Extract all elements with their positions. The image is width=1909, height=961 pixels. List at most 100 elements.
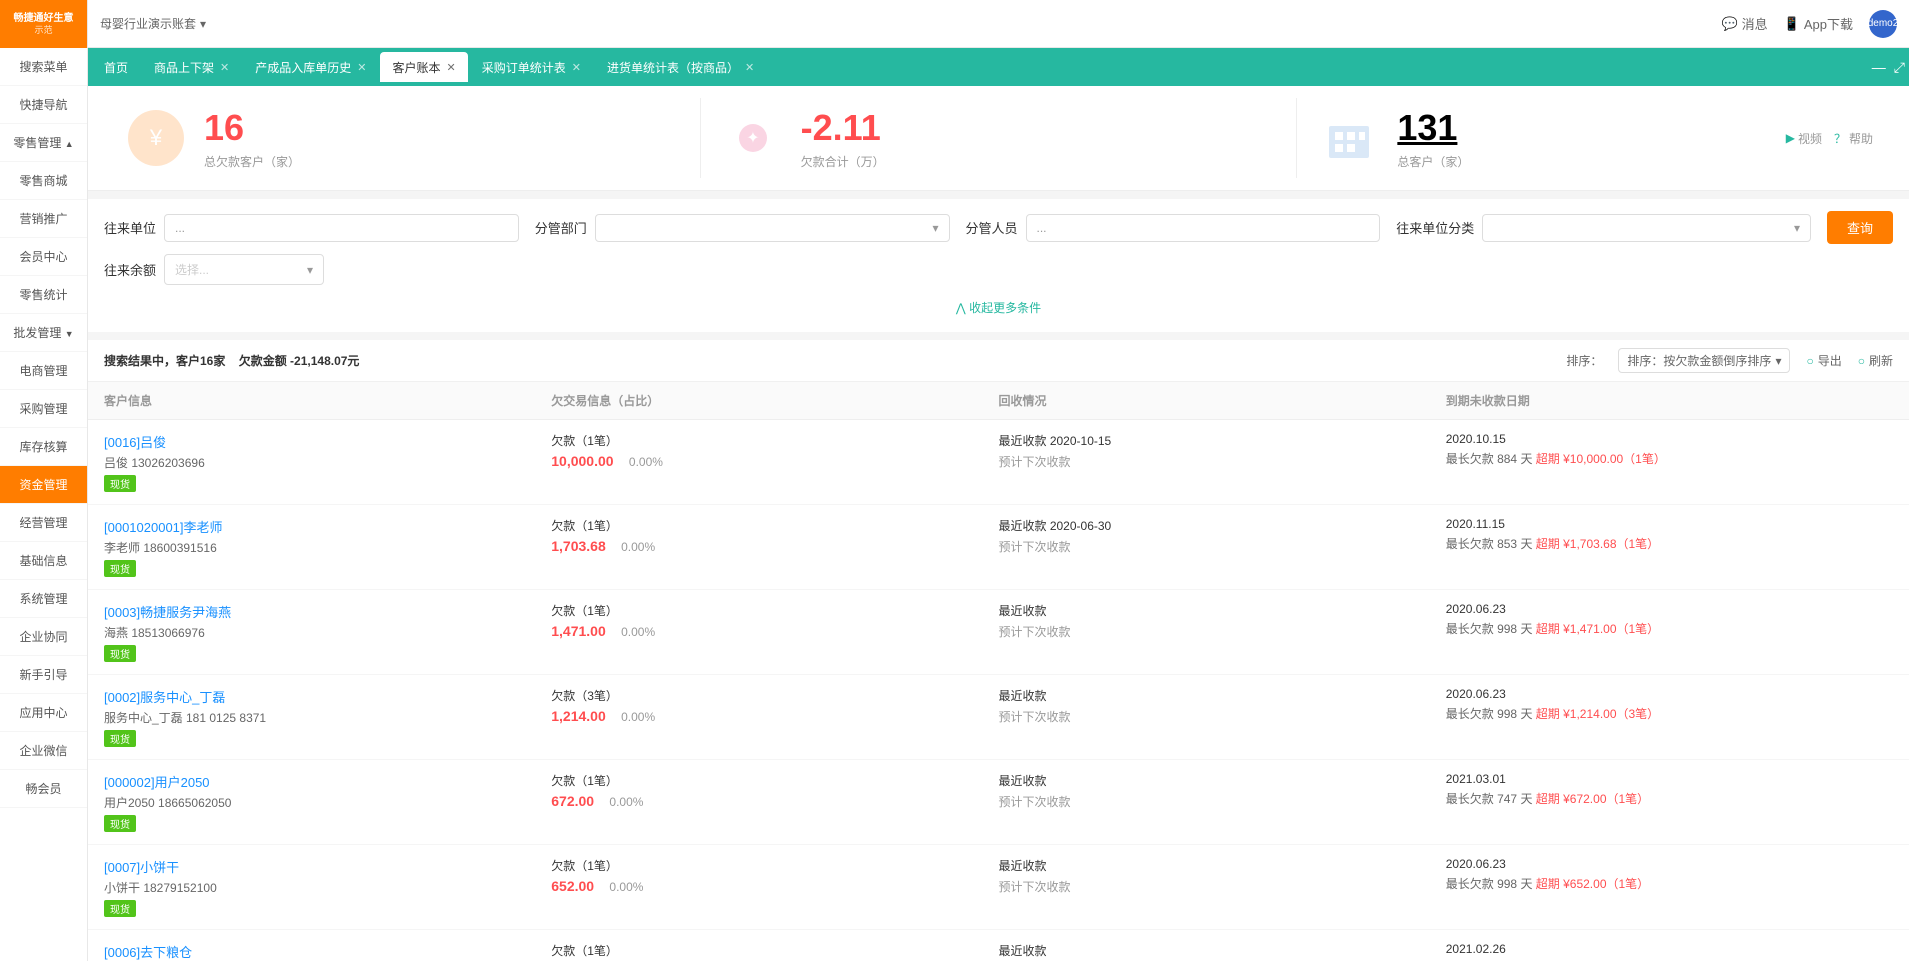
col-debt-info: 欠交易信息（占比）: [551, 392, 998, 409]
tab-close-icon[interactable]: ✕: [447, 61, 456, 74]
due-info-0: 2020.10.15 最长欠款 884 天 超期 ¥10,000.00（1笔）: [1446, 432, 1893, 467]
tab-history[interactable]: 产成品入库单历史✕: [243, 52, 378, 82]
collapse-button[interactable]: ⋀ 收起更多条件: [104, 295, 1893, 320]
overdue-4[interactable]: 超期 ¥672.00（1笔）: [1536, 792, 1649, 806]
debt-amount-4[interactable]: 672.00: [551, 793, 594, 809]
sidebar-item-finance[interactable]: 资金管理: [0, 466, 87, 504]
debt-count-6: 欠款（1笔）: [551, 942, 998, 959]
sidebar-item-purchase-mgmt[interactable]: 采购管理: [0, 390, 87, 428]
sidebar-item-member-vip[interactable]: 畅会员: [0, 770, 87, 808]
debt-count-1: 欠款（1笔）: [551, 517, 998, 534]
due-date-1: 2020.11.15: [1446, 517, 1893, 531]
customer-tag-2: 现货: [104, 645, 136, 662]
person-label: 分管人员: [966, 218, 1018, 237]
due-info-5: 2020.06.23 最长欠款 998 天 超期 ¥652.00（1笔）: [1446, 857, 1893, 892]
due-info-3: 2020.06.23 最长欠款 998 天 超期 ¥1,214.00（3笔）: [1446, 687, 1893, 722]
amount-icon: ✦: [725, 110, 781, 166]
overdue-0[interactable]: 超期 ¥10,000.00（1笔）: [1536, 452, 1666, 466]
customer-phone-3: 服务中心_丁磊 181 0125 8371: [104, 709, 551, 726]
sidebar-item-quick-nav[interactable]: 快捷导航: [0, 86, 87, 124]
sidebar-item-business[interactable]: 经营管理: [0, 504, 87, 542]
export-button[interactable]: ○ 导出: [1806, 352, 1841, 369]
tab-account[interactable]: 客户账本✕: [380, 52, 467, 82]
tab-close-icon[interactable]: ✕: [745, 61, 754, 74]
sort-select[interactable]: 排序：按欠款金额倒序排序 ▾: [1618, 348, 1790, 373]
sidebar-item-corp[interactable]: 企业协同: [0, 618, 87, 656]
customer-name-5[interactable]: [0007]小饼干: [104, 857, 551, 876]
sidebar-item-retail-mall[interactable]: 零售商城: [0, 162, 87, 200]
overdue-1[interactable]: 超期 ¥1,703.68（1笔）: [1536, 537, 1659, 551]
overdue-3[interactable]: 超期 ¥1,214.00（3笔）: [1536, 707, 1659, 721]
sidebar-item-ecom[interactable]: 电商管理: [0, 352, 87, 390]
sidebar-item-retail-mgmt[interactable]: 零售管理 ▲: [0, 124, 87, 162]
sidebar-item-system[interactable]: 系统管理: [0, 580, 87, 618]
customer-tag-4: 现货: [104, 815, 136, 832]
col-due-date: 到期未收款日期: [1446, 392, 1893, 409]
sidebar-item-retail-stat[interactable]: 零售统计: [0, 276, 87, 314]
message-button[interactable]: 💬 消息: [1721, 14, 1767, 33]
tab-minimize-icon[interactable]: —: [1872, 59, 1886, 76]
user-avatar[interactable]: demo2: [1869, 10, 1897, 38]
sidebar-item-search[interactable]: 搜索菜单: [0, 48, 87, 86]
dept-label: 分管部门: [535, 218, 587, 237]
tab-products[interactable]: 商品上下架✕: [142, 52, 241, 82]
customer-name-2[interactable]: [0003]畅捷服务尹海燕: [104, 602, 551, 621]
debt-count-2: 欠款（1笔）: [551, 602, 998, 619]
sidebar-item-marketing[interactable]: 营销推广: [0, 200, 87, 238]
stats-bar: ¥ 16 总欠款客户（家） ✦ -2.11 欠款合计（万）: [88, 86, 1909, 191]
tab-label: 首页: [104, 59, 128, 76]
collection-info-5: 最近收款 预计下次收款: [999, 857, 1446, 895]
tab-expand-icon[interactable]: ⤢: [1894, 59, 1905, 76]
overdue-5[interactable]: 超期 ¥652.00（1笔）: [1536, 877, 1649, 891]
debt-amount-5[interactable]: 652.00: [551, 878, 594, 894]
next-collect-0: 预计下次收款: [999, 453, 1446, 470]
company-select[interactable]: 母婴行业演示账套 ▾: [100, 15, 206, 32]
sidebar-item-newbie[interactable]: 新手引导: [0, 656, 87, 694]
debt-amount-2[interactable]: 1,471.00: [551, 623, 606, 639]
customer-name-6[interactable]: [0006]去下粮仓: [104, 942, 551, 961]
due-days-0: 最长欠款 884 天 超期 ¥10,000.00（1笔）: [1446, 450, 1893, 467]
debt-count-4: 欠款（1笔）: [551, 772, 998, 789]
dept-select[interactable]: ▾: [595, 214, 950, 242]
sidebar-item-member[interactable]: 会员中心: [0, 238, 87, 276]
customers-icon: ¥: [128, 110, 184, 166]
filter-from-unit: 往来单位 ...: [104, 214, 519, 242]
app-download-button[interactable]: 📱 App下载: [1784, 14, 1853, 33]
message-icon: 💬: [1721, 16, 1737, 32]
refresh-button[interactable]: ○ 刷新: [1858, 352, 1893, 369]
search-button[interactable]: 查询: [1827, 211, 1893, 244]
header-right: 💬 消息 📱 App下载 demo2: [1721, 10, 1897, 38]
sidebar-item-corp-wx[interactable]: 企业微信: [0, 732, 87, 770]
customer-name-0[interactable]: [0016]吕俊: [104, 432, 551, 451]
balance-select[interactable]: 选择... ▾: [164, 254, 324, 285]
debt-amount-0[interactable]: 10,000.00: [551, 453, 613, 469]
sidebar-item-inventory[interactable]: 库存核算: [0, 428, 87, 466]
debt-amount-3[interactable]: 1,214.00: [551, 708, 606, 724]
tab-close-icon[interactable]: ✕: [357, 61, 366, 74]
page-content: ¥ 16 总欠款客户（家） ✦ -2.11 欠款合计（万）: [88, 86, 1909, 961]
customer-name-1[interactable]: [0001020001]李老师: [104, 517, 551, 536]
overdue-2[interactable]: 超期 ¥1,471.00（1笔）: [1536, 622, 1659, 636]
sidebar: 畅捷通好生意 示范 搜索菜单快捷导航零售管理 ▲零售商城营销推广会员中心零售统计…: [0, 0, 88, 961]
sidebar-item-basic-info[interactable]: 基础信息: [0, 542, 87, 580]
customer-name-3[interactable]: [0002]服务中心_丁磊: [104, 687, 551, 706]
filter-balance: 往来余额 选择... ▾: [104, 254, 1893, 285]
debt-amount-1[interactable]: 1,703.68: [551, 538, 606, 554]
customer-name-4[interactable]: [000002]用户2050: [104, 772, 551, 791]
tab-incoming[interactable]: 进货单统计表（按商品）✕: [595, 52, 766, 82]
debt-info-3: 欠款（3笔） 1,214.00 0.00%: [551, 687, 998, 724]
collection-info-3: 最近收款 预计下次收款: [999, 687, 1446, 725]
filter-person: 分管人员 ...: [966, 214, 1381, 242]
sidebar-item-app-center[interactable]: 应用中心: [0, 694, 87, 732]
help-button[interactable]: ？ 帮助: [1834, 130, 1873, 147]
tab-close-icon[interactable]: ✕: [572, 61, 581, 74]
tab-purchase[interactable]: 采购订单统计表✕: [470, 52, 593, 82]
tab-home[interactable]: 首页: [92, 52, 140, 82]
person-input[interactable]: ...: [1026, 214, 1381, 242]
from-unit-input[interactable]: ...: [164, 214, 519, 242]
last-collect-2: 最近收款: [999, 602, 1446, 619]
tab-close-icon[interactable]: ✕: [220, 61, 229, 74]
sidebar-item-batch-mgmt[interactable]: 批发管理 ▼: [0, 314, 87, 352]
video-button[interactable]: ▶ 视频: [1786, 130, 1822, 147]
unit-category-select[interactable]: ▾: [1482, 214, 1811, 242]
